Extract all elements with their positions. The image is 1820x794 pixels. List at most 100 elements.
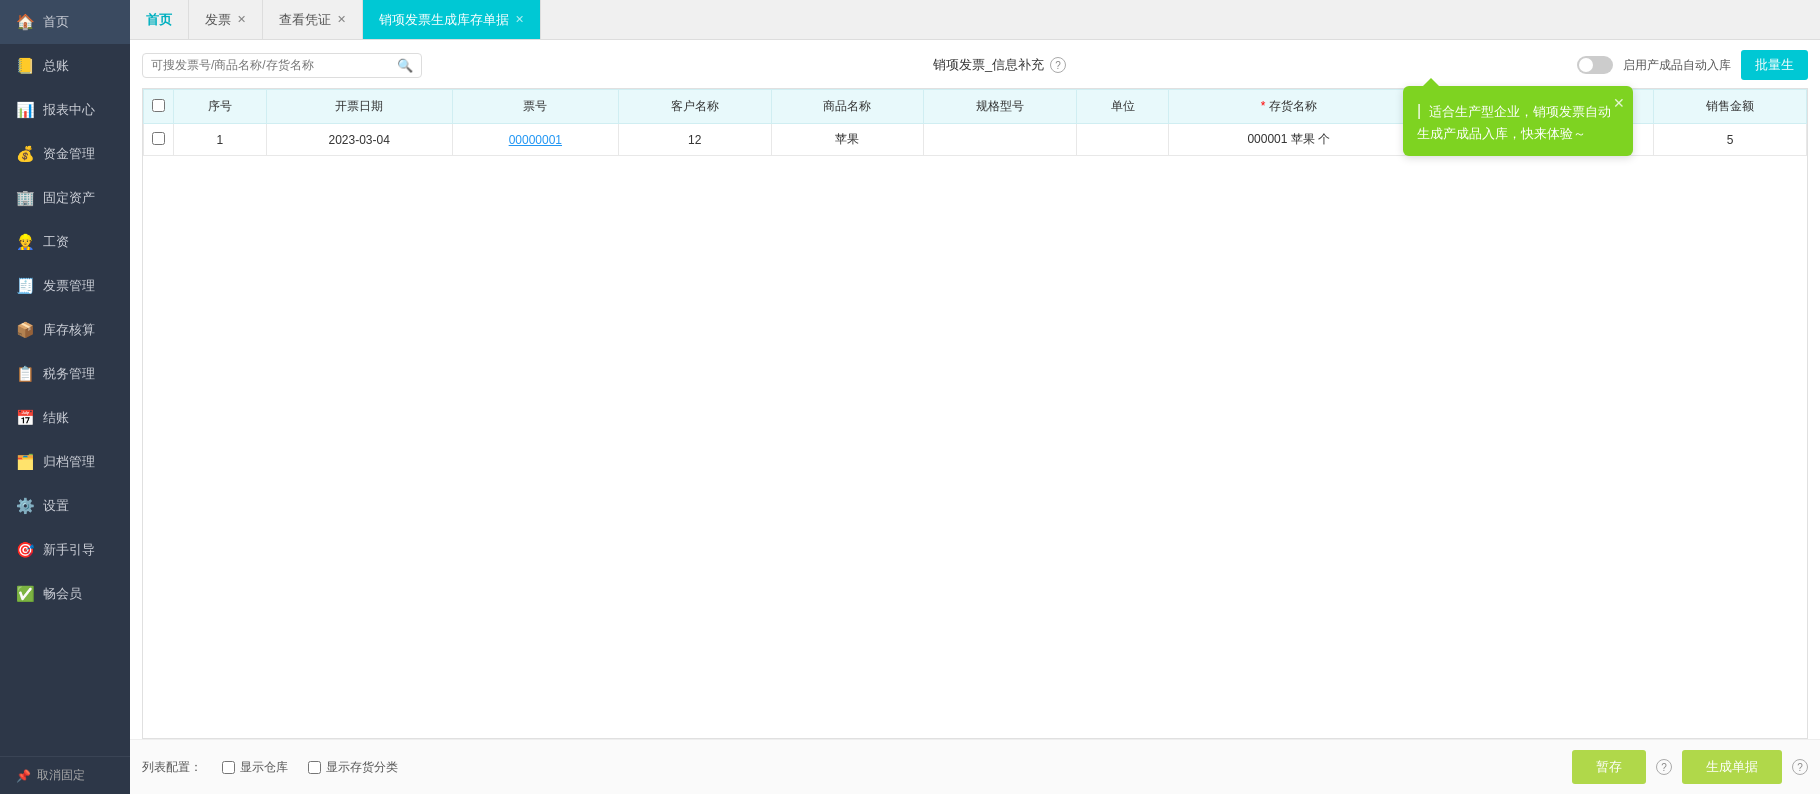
sidebar-item-label: 畅会员 (43, 585, 82, 603)
sidebar-item-payroll[interactable]: 👷 工资 (0, 220, 130, 264)
cell-amount: 5 (1654, 124, 1807, 156)
sidebar-item-inventory[interactable]: 📦 库存核算 (0, 308, 130, 352)
sidebar-item-label: 发票管理 (43, 277, 95, 295)
tab-voucher-label: 查看凭证 (279, 11, 331, 29)
sidebar-item-archive[interactable]: 🗂️ 归档管理 (0, 440, 130, 484)
bottom-bar: 列表配置： 显示仓库 显示存货分类 暂存 ? 生成单据 ? (130, 739, 1820, 794)
home-icon: 🏠 (16, 13, 35, 31)
cell-number[interactable]: 00000001 (452, 124, 618, 156)
generate-button[interactable]: 生成单据 (1682, 750, 1782, 784)
main-area: 首页 发票 ✕ 查看凭证 ✕ 销项发票生成库存单据 ✕ 🔍 销项发票_信息补充 … (130, 0, 1820, 794)
auto-inbound-toggle[interactable] (1577, 56, 1613, 74)
search-box[interactable]: 🔍 (142, 53, 422, 78)
toolbar-top: 🔍 销项发票_信息补充 ? ✕ | 适合生产型企业，销项发票自动生成产成品入库，… (142, 50, 1808, 80)
sidebar: 🏠 首页 📒 总账 📊 报表中心 💰 资金管理 🏢 固定资产 👷 工资 🧾 发票… (0, 0, 130, 794)
sidebar-item-label: 固定资产 (43, 189, 95, 207)
sidebar-item-invoice[interactable]: 🧾 发票管理 (0, 264, 130, 308)
right-section: ✕ | 适合生产型企业，销项发票自动生成产成品入库，快来体验～ 启用产成品自动入… (1577, 50, 1808, 80)
sidebar-item-ledger[interactable]: 📒 总账 (0, 44, 130, 88)
th-model: 规格型号 (924, 90, 1077, 124)
payroll-icon: 👷 (16, 233, 35, 251)
th-inventory: 存货名称 (1169, 90, 1409, 124)
generate-help-icon[interactable]: ? (1792, 759, 1808, 775)
info-label: 销项发票_信息补充 (933, 56, 1044, 74)
tab-invoice-label: 发票 (205, 11, 231, 29)
sidebar-item-close[interactable]: 📅 结账 (0, 396, 130, 440)
assets-icon: 🏢 (16, 189, 35, 207)
th-date: 开票日期 (266, 90, 452, 124)
sidebar-item-label: 归档管理 (43, 453, 95, 471)
tab-voucher-close[interactable]: ✕ (337, 13, 346, 26)
info-section: 销项发票_信息补充 ? (933, 56, 1066, 74)
sidebar-item-label: 报表中心 (43, 101, 95, 119)
show-category-label[interactable]: 显示存货分类 (308, 759, 398, 776)
cell-model (924, 124, 1077, 156)
show-warehouse-checkbox[interactable] (222, 761, 235, 774)
sidebar-item-funds[interactable]: 💰 资金管理 (0, 132, 130, 176)
sidebar-item-label: 总账 (43, 57, 69, 75)
select-all-checkbox[interactable] (152, 99, 165, 112)
th-customer: 客户名称 (618, 90, 771, 124)
cancel-fix-button[interactable]: 📌 取消固定 (0, 756, 130, 794)
list-config-label: 列表配置： (142, 759, 202, 776)
tab-inventory-receipt-label: 销项发票生成库存单据 (379, 11, 509, 29)
bottom-actions: 暂存 ? 生成单据 ? (1572, 750, 1808, 784)
tab-inventory-receipt[interactable]: 销项发票生成库存单据 ✕ (363, 0, 541, 39)
th-number: 票号 (452, 90, 618, 124)
sidebar-item-assets[interactable]: 🏢 固定资产 (0, 176, 130, 220)
tooltip-close-button[interactable]: ✕ (1613, 92, 1625, 114)
sidebar-item-settings[interactable]: ⚙️ 设置 (0, 484, 130, 528)
guide-icon: 🎯 (16, 541, 35, 559)
sidebar-item-label: 库存核算 (43, 321, 95, 339)
tab-invoice[interactable]: 发票 ✕ (189, 0, 263, 39)
th-checkbox (144, 90, 174, 124)
settings-icon: ⚙️ (16, 497, 35, 515)
show-warehouse-label[interactable]: 显示仓库 (222, 759, 288, 776)
tax-icon: 📋 (16, 365, 35, 383)
th-seq: 序号 (174, 90, 267, 124)
search-input[interactable] (151, 58, 397, 72)
row-checkbox[interactable] (152, 132, 165, 145)
cell-product: 苹果 (771, 124, 924, 156)
cell-seq: 1 (174, 124, 267, 156)
info-help-icon[interactable]: ? (1050, 57, 1066, 73)
save-help-icon[interactable]: ? (1656, 759, 1672, 775)
cell-inventory: 000001 苹果 个 (1169, 124, 1409, 156)
search-icon: 🔍 (397, 58, 413, 73)
invoice-icon: 🧾 (16, 277, 35, 295)
sidebar-item-vip[interactable]: ✅ 畅会员 (0, 572, 130, 616)
data-table-wrap: 序号 开票日期 票号 客户名称 商品名称 规格型号 单位 存货名称 数量 销售单… (142, 88, 1808, 739)
sidebar-item-label: 首页 (43, 13, 69, 31)
show-category-checkbox[interactable] (308, 761, 321, 774)
funds-icon: 💰 (16, 145, 35, 163)
th-unit: 单位 (1076, 90, 1169, 124)
sidebar-item-reports[interactable]: 📊 报表中心 (0, 88, 130, 132)
archive-icon: 🗂️ (16, 453, 35, 471)
th-amount: 销售金额 (1654, 90, 1807, 124)
sidebar-item-tax[interactable]: 📋 税务管理 (0, 352, 130, 396)
sidebar-item-label: 资金管理 (43, 145, 95, 163)
save-button[interactable]: 暂存 (1572, 750, 1646, 784)
tab-home-label: 首页 (146, 11, 172, 29)
tooltip-box: ✕ | 适合生产型企业，销项发票自动生成产成品入库，快来体验～ (1403, 86, 1633, 156)
inventory-icon: 📦 (16, 321, 35, 339)
tab-inventory-receipt-close[interactable]: ✕ (515, 13, 524, 26)
tooltip-text: 适合生产型企业，销项发票自动生成产成品入库，快来体验～ (1417, 104, 1611, 141)
sidebar-item-label: 新手引导 (43, 541, 95, 559)
tab-home[interactable]: 首页 (130, 0, 189, 39)
tab-voucher[interactable]: 查看凭证 ✕ (263, 0, 363, 39)
sidebar-item-label: 工资 (43, 233, 69, 251)
reports-icon: 📊 (16, 101, 35, 119)
sidebar-item-guide[interactable]: 🎯 新手引导 (0, 528, 130, 572)
page-content: 🔍 销项发票_信息补充 ? ✕ | 适合生产型企业，销项发票自动生成产成品入库，… (130, 40, 1820, 739)
toggle-label: 启用产成品自动入库 (1623, 57, 1731, 74)
close-period-icon: 📅 (16, 409, 35, 427)
tooltip-container: ✕ | 适合生产型企业，销项发票自动生成产成品入库，快来体验～ (1577, 56, 1613, 74)
batch-button[interactable]: 批量生 (1741, 50, 1808, 80)
tab-invoice-close[interactable]: ✕ (237, 13, 246, 26)
cell-customer: 12 (618, 124, 771, 156)
th-product: 商品名称 (771, 90, 924, 124)
sidebar-item-home[interactable]: 🏠 首页 (0, 0, 130, 44)
cell-date: 2023-03-04 (266, 124, 452, 156)
tab-bar: 首页 发票 ✕ 查看凭证 ✕ 销项发票生成库存单据 ✕ (130, 0, 1820, 40)
